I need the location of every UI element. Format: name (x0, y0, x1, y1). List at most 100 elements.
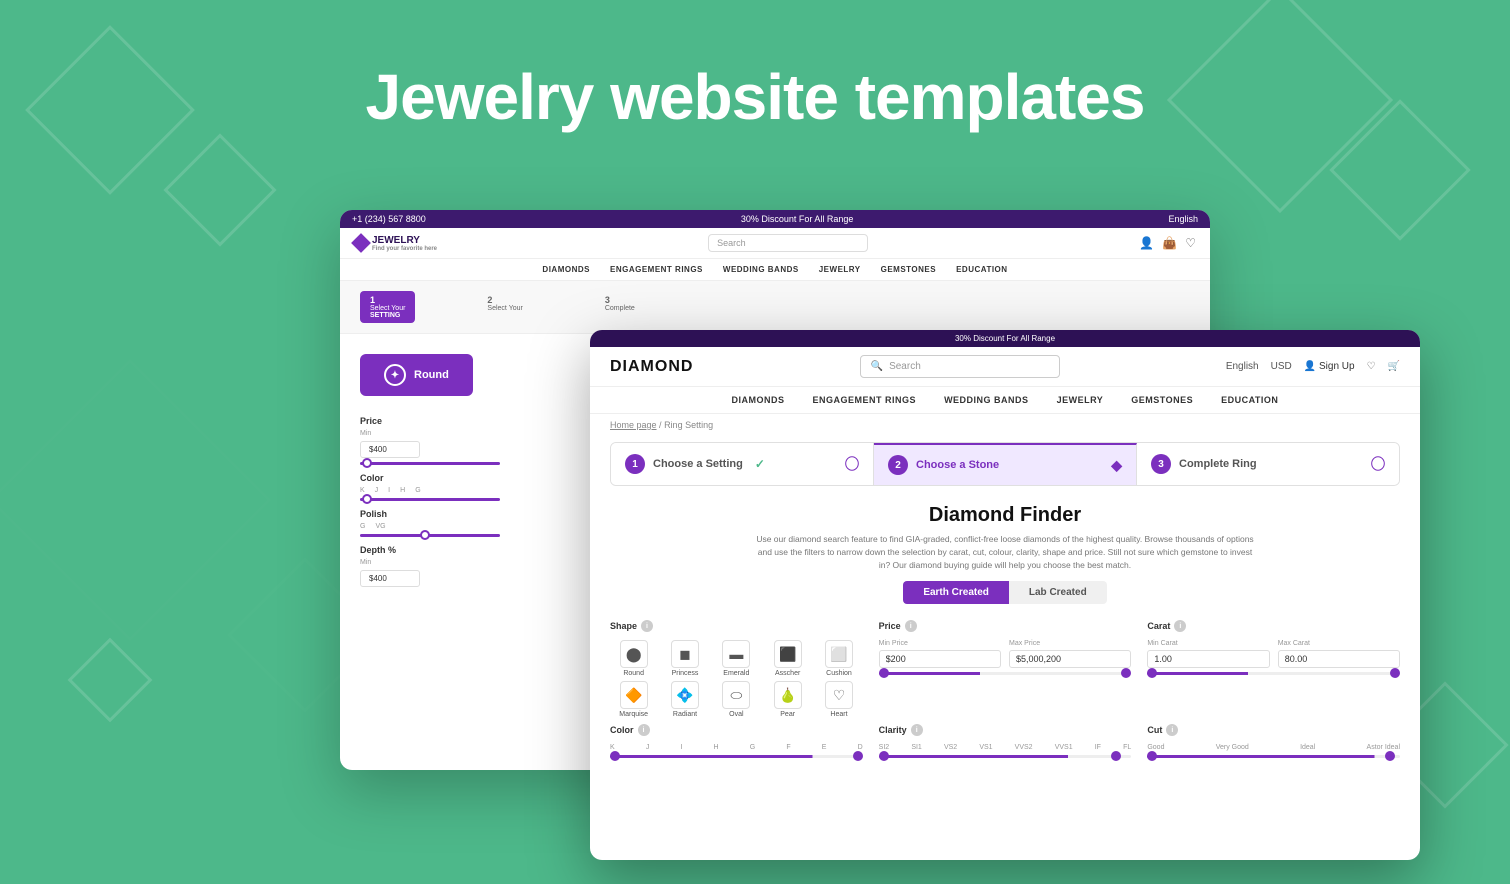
price-filter-col: Price i Min Price Max Price (879, 620, 1132, 718)
nav-engagement-front[interactable]: ENGAGEMENT RINGS (813, 395, 917, 405)
top-bar-front: 30% Discount For All Range (590, 330, 1420, 347)
color-min-thumb (610, 751, 620, 761)
step-tab-setting[interactable]: 1 Choose a Setting ✓ ⃝ (611, 443, 874, 485)
step-circle-2: 2 (888, 455, 908, 475)
language-back: English (1168, 214, 1198, 224)
logo-back: JEWELRY Find your favorite here (354, 235, 437, 252)
cut-labels: GoodVery GoodIdealAstor Ideal (1147, 744, 1400, 751)
color-labels: KJIHGFED (610, 744, 863, 751)
nav-diamonds-front[interactable]: DIAMONDS (732, 395, 785, 405)
lab-created-btn[interactable]: Lab Created (1009, 581, 1107, 604)
color-filter-title: Color i (610, 724, 863, 736)
wishlist-icon-front[interactable]: ♡ (1367, 361, 1376, 372)
price-slider-thumb (362, 458, 372, 468)
step-num-2: 2 (487, 295, 522, 305)
breadcrumb-home[interactable]: Home page (610, 420, 657, 430)
max-price-label: Max Price (1009, 640, 1131, 647)
price-info-icon: i (905, 620, 917, 632)
pear-shape-icon: 🍐 (774, 681, 802, 709)
nav-diamonds-back[interactable]: DIAMONDS (542, 265, 590, 274)
shape-cushion[interactable]: ⬜ Cushion (815, 640, 862, 677)
shape-pear[interactable]: 🍐 Pear (764, 681, 811, 718)
diamond-finder-section: Diamond Finder Use our diamond search fe… (590, 492, 1420, 620)
polish-slider[interactable] (360, 534, 500, 537)
earth-created-btn[interactable]: Earth Created (903, 581, 1009, 604)
step-check-icon: ✓ (755, 457, 765, 471)
nav-jewelry-front[interactable]: JEWELRY (1057, 395, 1104, 405)
step-label-2: Select Your (487, 305, 522, 312)
nav-gemstones-front[interactable]: GEMSTONES (1131, 395, 1193, 405)
price-range-slider[interactable] (879, 672, 1132, 675)
color-range-slider[interactable] (610, 755, 863, 758)
step-circle-1: 1 (625, 454, 645, 474)
search-bar-front[interactable]: 🔍 Search (860, 355, 1060, 378)
carat-filter-title: Carat i (1147, 620, 1400, 632)
step-tab-stone[interactable]: 2 Choose a Stone ◆ (874, 443, 1137, 485)
clarity-range-slider[interactable] (879, 755, 1132, 758)
shape-princess[interactable]: ◼ Princess (661, 640, 708, 677)
search-placeholder-back: Search (717, 238, 746, 248)
shape-marquise[interactable]: 🔶 Marquise (610, 681, 657, 718)
logo-subtitle: Find your favorite here (372, 246, 437, 252)
shape-round[interactable]: ⬤ Round (610, 640, 657, 677)
nav-education-front[interactable]: EDUCATION (1221, 395, 1278, 405)
lang-front[interactable]: English (1226, 361, 1259, 372)
search-bar-back[interactable]: Search (708, 234, 868, 252)
shape-asscher[interactable]: ⬛ Asscher (764, 640, 811, 677)
depth-min-input[interactable] (360, 570, 420, 587)
max-carat-label: Max Carat (1278, 640, 1400, 647)
nav-jewelry-back[interactable]: JEWELRY (819, 265, 861, 274)
clarity-filter-col: Clarity i SI2SI1VS2VS1VVS2VVS1IFFL (879, 724, 1132, 758)
filters-row-2: Color i KJIHGFED Clarity i SI2SI1VS2VS1V… (590, 718, 1420, 758)
steps-nav-front: 1 Choose a Setting ✓ ⃝ 2 Choose a Stone … (610, 442, 1400, 486)
step-diamond-icon: ◆ (1111, 457, 1122, 474)
step-label-1: Select Your (370, 305, 405, 312)
breadcrumb: Home page / Ring Setting (590, 414, 1420, 436)
page-title: Jewelry website templates (0, 60, 1510, 134)
search-icon-front: 🔍 (871, 361, 883, 372)
steps-bar-back: 1 Select Your SETTING 2 Select Your 3 Co… (340, 281, 1210, 334)
signup-front[interactable]: 👤 Sign Up (1304, 361, 1355, 372)
step-setting-back[interactable]: 1 Select Your SETTING (360, 291, 415, 323)
max-carat-box: Max Carat (1278, 640, 1400, 668)
min-carat-input[interactable] (1147, 650, 1269, 668)
nav-wedding-front[interactable]: WEDDING BANDS (944, 395, 1029, 405)
shape-oval[interactable]: ⬭ Oval (713, 681, 760, 718)
step-complete-back[interactable]: 3 Complete (595, 291, 645, 323)
clarity-info-icon: i (911, 724, 923, 736)
carat-range-slider[interactable] (1147, 672, 1400, 675)
cut-range-slider[interactable] (1147, 755, 1400, 758)
filters-row-1: Shape i ⬤ Round ◼ Princess ▬ Emerald ⬛ (590, 620, 1420, 718)
princess-shape-icon: ◼ (671, 640, 699, 668)
carat-info-icon: i (1174, 620, 1186, 632)
cushion-shape-icon: ⬜ (825, 640, 853, 668)
color-info-icon: i (638, 724, 650, 736)
max-price-input[interactable] (1009, 650, 1131, 668)
nav-wedding-back[interactable]: WEDDING BANDS (723, 265, 799, 274)
carat-min-thumb (1147, 668, 1157, 678)
round-button[interactable]: ✦ Round (360, 354, 473, 396)
shape-emerald[interactable]: ▬ Emerald (713, 640, 760, 677)
price-slider[interactable] (360, 462, 500, 465)
shape-heart[interactable]: ♡ Heart (815, 681, 862, 718)
bag-icon: 👜 (1162, 236, 1177, 250)
max-price-box: Max Price (1009, 640, 1131, 668)
cart-icon-front[interactable]: 🛒 (1388, 361, 1400, 372)
min-price-input[interactable] (879, 650, 1001, 668)
earth-lab-toggle: Earth Created Lab Created (610, 581, 1400, 604)
max-carat-input[interactable] (1278, 650, 1400, 668)
currency-front[interactable]: USD (1271, 361, 1292, 372)
nav-gemstones-back[interactable]: GEMSTONES (881, 265, 936, 274)
step-diamond-back[interactable]: 2 Select Your (477, 291, 532, 323)
shape-radiant[interactable]: 💠 Radiant (661, 681, 708, 718)
logo-front: DIAMOND (610, 358, 693, 376)
nav-engagement-back[interactable]: ENGAGEMENT RINGS (610, 265, 703, 274)
color-slider[interactable] (360, 498, 500, 501)
shape-grid: ⬤ Round ◼ Princess ▬ Emerald ⬛ Asscher ⬜ (610, 640, 863, 718)
step-tab-complete[interactable]: 3 Complete Ring ⃝ (1137, 443, 1399, 485)
round-shape-icon: ⬤ (620, 640, 648, 668)
nav-education-back[interactable]: EDUCATION (956, 265, 1007, 274)
price-min-input[interactable] (360, 441, 420, 458)
cut-filter-title: Cut i (1147, 724, 1400, 736)
step-label-complete: Complete Ring (1179, 458, 1257, 470)
